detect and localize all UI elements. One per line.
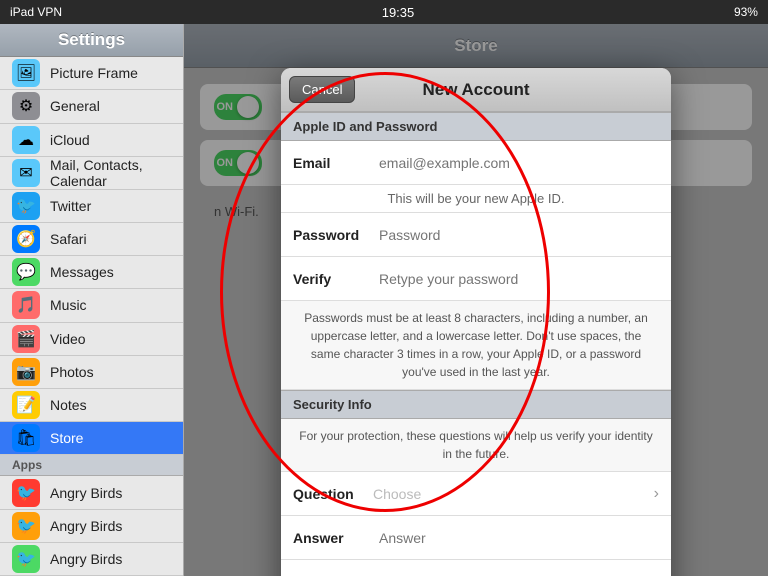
sidebar-item-twitter[interactable]: 🐦 Twitter bbox=[0, 190, 183, 223]
sidebar-title: Settings bbox=[58, 30, 125, 50]
password-note: Passwords must be at least 8 characters,… bbox=[281, 301, 671, 390]
verify-row: Verify bbox=[281, 257, 671, 301]
cancel-button[interactable]: Cancel bbox=[289, 76, 355, 103]
sidebar-item-photos[interactable]: 📷 Photos bbox=[0, 356, 183, 389]
apple-id-section: Apple ID and Password Email This will be… bbox=[281, 112, 671, 390]
sidebar-item-general[interactable]: ⚙ General bbox=[0, 90, 183, 123]
mail-icon: ✉ bbox=[12, 159, 40, 187]
security-section-header: Security Info bbox=[281, 390, 671, 419]
modal-title: New Account bbox=[422, 80, 529, 100]
sidebar-item-icloud[interactable]: ☁ iCloud bbox=[0, 124, 183, 157]
answer1-label: Answer bbox=[293, 530, 373, 546]
status-ipad: iPad VPN bbox=[10, 5, 62, 19]
status-battery: 93% bbox=[734, 5, 758, 19]
question1-row[interactable]: Question Choose › bbox=[281, 472, 671, 516]
verify-label: Verify bbox=[293, 271, 373, 287]
sidebar-item-store[interactable]: 🛍 Store bbox=[0, 422, 183, 455]
picture-frame-icon: 🖼 bbox=[12, 59, 40, 87]
chevron2-icon: › bbox=[654, 573, 659, 576]
security-section: Security Info For your protection, these… bbox=[281, 390, 671, 576]
apps-section-header: Apps bbox=[0, 455, 183, 476]
password-note-text: Passwords must be at least 8 characters,… bbox=[304, 311, 648, 379]
sidebar-header: Settings bbox=[0, 24, 183, 57]
sidebar-label-mail: Mail, Contacts, Calendar bbox=[50, 157, 171, 189]
security-subtext-content: For your protection, these questions wil… bbox=[299, 429, 653, 461]
question1-placeholder: Choose bbox=[373, 486, 654, 502]
sidebar-item-angry3[interactable]: 🐦 Angry Birds bbox=[0, 543, 183, 576]
sidebar-label-angry2: Angry Birds bbox=[50, 518, 122, 534]
sidebar-label-angry3: Angry Birds bbox=[50, 551, 122, 567]
sidebar-item-angry1[interactable]: 🐦 Angry Birds bbox=[0, 476, 183, 509]
email-label: Email bbox=[293, 155, 373, 171]
angry1-icon: 🐦 bbox=[12, 479, 40, 507]
email-row: Email bbox=[281, 141, 671, 185]
app-container: Settings 🖼 Picture Frame ⚙ General ☁ iCl… bbox=[0, 24, 768, 576]
sidebar-label-angry1: Angry Birds bbox=[50, 485, 122, 501]
security-header-label: Security Info bbox=[293, 397, 372, 412]
email-input[interactable] bbox=[373, 151, 659, 175]
status-left: iPad VPN bbox=[10, 5, 62, 19]
angry3-icon: 🐦 bbox=[12, 545, 40, 573]
main-panel: Store ON ON n Wi-Fi. Cance bbox=[184, 24, 768, 576]
sidebar-label-video: Video bbox=[50, 331, 86, 347]
sidebar-label-store: Store bbox=[50, 430, 83, 446]
answer1-row: Answer bbox=[281, 516, 671, 560]
angry2-icon: 🐦 bbox=[12, 512, 40, 540]
messages-icon: 💬 bbox=[12, 258, 40, 286]
sidebar-item-notes[interactable]: 📝 Notes bbox=[0, 389, 183, 422]
password-label: Password bbox=[293, 227, 373, 243]
sidebar-label-general: General bbox=[50, 98, 100, 114]
new-account-modal: Cancel New Account Apple ID and Password… bbox=[281, 68, 671, 576]
sidebar-label-photos: Photos bbox=[50, 364, 94, 380]
question2-row[interactable]: Question Choose › bbox=[281, 560, 671, 576]
photos-icon: 📷 bbox=[12, 358, 40, 386]
sidebar-label-notes: Notes bbox=[50, 397, 87, 413]
safari-icon: 🧭 bbox=[12, 225, 40, 253]
sidebar-item-safari[interactable]: 🧭 Safari bbox=[0, 223, 183, 256]
email-hint-text: This will be your new Apple ID. bbox=[387, 191, 564, 206]
sidebar-item-picture-frame[interactable]: 🖼 Picture Frame bbox=[0, 57, 183, 90]
sidebar-item-angry2[interactable]: 🐦 Angry Birds bbox=[0, 510, 183, 543]
video-icon: 🎬 bbox=[12, 325, 40, 353]
sidebar-item-messages[interactable]: 💬 Messages bbox=[0, 256, 183, 289]
security-subtext: For your protection, these questions wil… bbox=[281, 419, 671, 472]
sidebar-label-messages: Messages bbox=[50, 264, 114, 280]
twitter-icon: 🐦 bbox=[12, 192, 40, 220]
password-row: Password bbox=[281, 213, 671, 257]
password-input[interactable] bbox=[373, 223, 659, 247]
verify-input[interactable] bbox=[373, 267, 659, 291]
store-icon: 🛍 bbox=[12, 424, 40, 452]
icloud-icon: ☁ bbox=[12, 126, 40, 154]
apps-section-label: Apps bbox=[12, 458, 42, 472]
sidebar-label-twitter: Twitter bbox=[50, 198, 91, 214]
question1-label: Question bbox=[293, 486, 373, 502]
answer1-input[interactable] bbox=[373, 526, 659, 550]
sidebar-item-video[interactable]: 🎬 Video bbox=[0, 323, 183, 356]
notes-icon: 📝 bbox=[12, 391, 40, 419]
sidebar-label-music: Music bbox=[50, 297, 87, 313]
sidebar-label-icloud: iCloud bbox=[50, 132, 90, 148]
modal-title-bar: Cancel New Account bbox=[281, 68, 671, 112]
apple-id-header-label: Apple ID and Password bbox=[293, 119, 437, 134]
general-icon: ⚙ bbox=[12, 92, 40, 120]
music-icon: 🎵 bbox=[12, 291, 40, 319]
modal-overlay: Cancel New Account Apple ID and Password… bbox=[184, 24, 768, 576]
sidebar-item-music[interactable]: 🎵 Music bbox=[0, 289, 183, 322]
sidebar-label-safari: Safari bbox=[50, 231, 87, 247]
apple-id-section-header: Apple ID and Password bbox=[281, 112, 671, 141]
status-time: 19:35 bbox=[382, 5, 415, 20]
sidebar-label-picture-frame: Picture Frame bbox=[50, 65, 138, 81]
chevron1-icon: › bbox=[654, 485, 659, 503]
sidebar: Settings 🖼 Picture Frame ⚙ General ☁ iCl… bbox=[0, 24, 184, 576]
email-hint: This will be your new Apple ID. bbox=[281, 185, 671, 213]
sidebar-item-mail[interactable]: ✉ Mail, Contacts, Calendar bbox=[0, 157, 183, 190]
status-bar: iPad VPN 19:35 93% bbox=[0, 0, 768, 24]
